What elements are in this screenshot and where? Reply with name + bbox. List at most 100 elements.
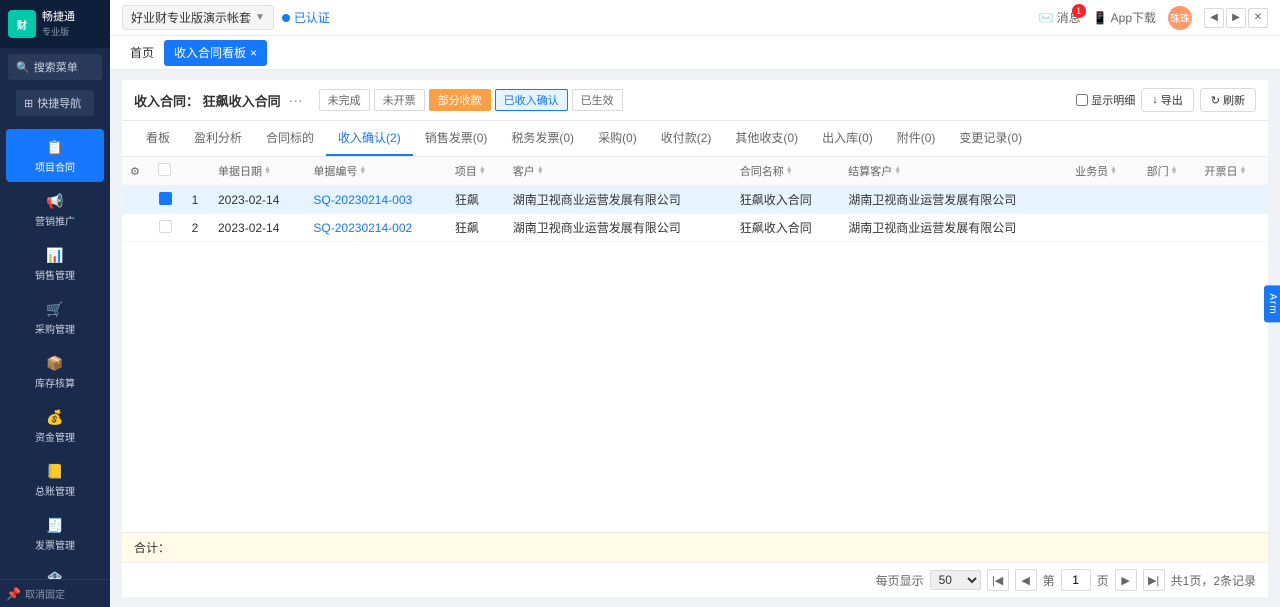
sub-tab-4[interactable]: 销售发票(0) [413, 121, 500, 156]
sidebar-item-invoice[interactable]: 🧾 发票管理 [6, 507, 104, 560]
sub-tab-7[interactable]: 收付款(2) [649, 121, 724, 156]
cell-settings-1 [122, 214, 150, 242]
topbar: 好业财专业版演示帐套 ▼ 已认证 ✉️ 消息 1 📱 App下载 珠珠 [110, 0, 1280, 36]
bill-no-link-0[interactable]: SQ-20230214-003 [313, 193, 412, 207]
sidebar-item-funds[interactable]: 💰 资金管理 [6, 399, 104, 452]
status-btn-2[interactable]: 部分收款 [429, 89, 491, 111]
sort-department-icon[interactable]: ▲▼ [1171, 167, 1178, 175]
sidebar-item-marketing[interactable]: 📢 营销推广 [6, 183, 104, 236]
sort-salesperson-icon[interactable]: ▲▼ [1110, 167, 1117, 175]
sub-tab-10[interactable]: 附件(0) [885, 121, 948, 156]
cell-contract-name-1: 狂飙收入合同 [732, 214, 841, 242]
quick-nav-button[interactable]: ⊞ 快捷导航 [16, 90, 94, 116]
message-button[interactable]: ✉️ 消息 1 [1039, 9, 1081, 26]
bill-no-link-1[interactable]: SQ-20230214-002 [313, 221, 412, 235]
sort-end-customer-icon[interactable]: ▲▼ [894, 167, 901, 175]
cell-number-0: 1 [180, 186, 210, 214]
sort-customer-icon[interactable]: ▲▼ [537, 167, 544, 175]
sidebar-item-tax[interactable]: 🏦 税务管理 [6, 561, 104, 579]
table-row[interactable]: 1 2023-02-14 SQ-20230214-003 狂飙 湖南卫视商业运营… [122, 186, 1268, 214]
nav-label-sales: 销售管理 [35, 267, 75, 282]
nav-icon-project: 📋 [45, 137, 65, 157]
row-checkbox-1[interactable] [159, 220, 172, 233]
th-end-customer: 结算客户 ▲▼ [840, 157, 1067, 186]
cell-check-1[interactable] [150, 214, 180, 242]
select-all-checkbox[interactable] [158, 163, 171, 176]
cell-end-customer-0: 湖南卫视商业运营发展有限公司 [840, 186, 1067, 214]
refresh-button[interactable]: ↻ 刷新 [1200, 88, 1256, 112]
sidebar: 财 畅捷通 专业版 🔍 搜索菜单 ⊞ 快捷导航 📋 项目合同 📢 营销推广 📊 … [0, 0, 110, 607]
sub-tab-11[interactable]: 变更记录(0) [947, 121, 1034, 156]
cell-salesperson-0 [1067, 186, 1138, 214]
message-badge: 1 [1072, 4, 1086, 18]
sidebar-item-inventory[interactable]: 📦 库存核算 [6, 345, 104, 398]
cell-settings-0 [122, 186, 150, 214]
page-input[interactable] [1061, 569, 1091, 591]
nav-label-marketing: 营销推广 [35, 213, 75, 228]
sub-tab-0[interactable]: 看板 [134, 121, 182, 156]
search-menu-button[interactable]: 🔍 搜索菜单 [8, 54, 102, 80]
sub-tab-5[interactable]: 税务发票(0) [499, 121, 586, 156]
sidebar-item-project[interactable]: 📋 项目合同 [6, 129, 104, 182]
certified-dot [282, 14, 290, 22]
cell-check-0[interactable] [150, 186, 180, 214]
cell-date-0: 2023-02-14 [210, 186, 305, 214]
sidebar-nav: 📋 项目合同 📢 营销推广 📊 销售管理 🛒 采购管理 📦 库存核算 💰 资金管… [0, 124, 110, 579]
sub-tab-1[interactable]: 盈利分析 [182, 121, 254, 156]
th-date: 单据日期 ▲▼ [210, 157, 305, 186]
workspace-label: 好业财专业版演示帐套 [131, 9, 251, 26]
status-btn-4[interactable]: 已生效 [572, 89, 623, 111]
more-button[interactable]: ··· [289, 92, 303, 108]
sub-tab-3[interactable]: 收入确认(2) [326, 121, 413, 156]
sub-tab-9[interactable]: 出入库(0) [810, 121, 885, 156]
row-checkbox-0[interactable] [159, 192, 172, 205]
nav-label-funds: 资金管理 [35, 429, 75, 444]
sort-date-icon[interactable]: ▲▼ [264, 167, 271, 175]
sort-project-icon[interactable]: ▲▼ [479, 167, 486, 175]
cell-bill-no-1[interactable]: SQ-20230214-002 [305, 214, 447, 242]
sort-contract-icon[interactable]: ▲▼ [786, 167, 793, 175]
th-number [180, 157, 210, 186]
nav-close-button[interactable]: ✕ [1248, 8, 1268, 28]
sort-open-date-icon[interactable]: ▲▼ [1239, 167, 1246, 175]
data-table: ⚙ 单据日期 ▲▼ [122, 157, 1268, 242]
page-last-button[interactable]: ▶| [1143, 569, 1165, 591]
table-row[interactable]: 2 2023-02-14 SQ-20230214-002 狂飙 湖南卫视商业运营… [122, 214, 1268, 242]
status-btn-1[interactable]: 未开票 [374, 89, 425, 111]
cell-customer-1: 湖南卫视商业运营发展有限公司 [505, 214, 732, 242]
search-icon: 🔍 [16, 61, 30, 74]
pagination: 每页显示 50 100 200 |◀ ◀ 第 页 ▶ ▶| 共1页，2条记录 [122, 562, 1268, 597]
app-download-button[interactable]: 📱 App下载 [1093, 9, 1156, 26]
tab-close-button[interactable]: × [250, 46, 257, 60]
sidebar-item-purchase[interactable]: 🛒 采购管理 [6, 291, 104, 344]
tab-contract-board[interactable]: 收入合同看板 × [164, 40, 267, 66]
page-prev-button[interactable]: ◀ [1015, 569, 1037, 591]
sort-bill-icon[interactable]: ▲▼ [359, 167, 366, 175]
page-next-button[interactable]: ▶ [1115, 569, 1137, 591]
sidebar-item-sales[interactable]: 📊 销售管理 [6, 237, 104, 290]
settings-icon[interactable]: ⚙ [130, 166, 140, 178]
status-btn-0[interactable]: 未完成 [319, 89, 370, 111]
sidebar-item-general[interactable]: 📒 总账管理 [6, 453, 104, 506]
table-footer: 合计： [122, 532, 1268, 562]
per-page-select[interactable]: 50 100 200 [930, 570, 981, 590]
nav-forward-button[interactable]: ▶ [1226, 8, 1246, 28]
status-btn-3[interactable]: 已收入确认 [495, 89, 568, 111]
table-scroll[interactable]: ⚙ 单据日期 ▲▼ [122, 157, 1268, 532]
unpin-button[interactable]: 📌 取消固定 [0, 579, 110, 607]
display-detail-checkbox[interactable]: 显示明细 [1076, 92, 1135, 108]
workspace-selector[interactable]: 好业财专业版演示帐套 ▼ [122, 5, 274, 30]
cell-project-1: 狂飙 [447, 214, 505, 242]
sub-tab-2[interactable]: 合同标的 [254, 121, 326, 156]
arm-float-button[interactable]: Arm [1264, 285, 1280, 322]
sub-tab-8[interactable]: 其他收支(0) [723, 121, 810, 156]
page-first-button[interactable]: |◀ [987, 569, 1009, 591]
export-button[interactable]: ↓ 导出 [1141, 88, 1194, 112]
refresh-icon: ↻ [1211, 94, 1220, 107]
contract-actions: 显示明细 ↓ 导出 ↻ 刷新 [1076, 88, 1256, 112]
tab-home[interactable]: 首页 [122, 36, 162, 69]
cell-bill-no-0[interactable]: SQ-20230214-003 [305, 186, 447, 214]
nav-back-button[interactable]: ◀ [1204, 8, 1224, 28]
sub-tab-6[interactable]: 采购(0) [586, 121, 649, 156]
contract-header: 收入合同： 狂飙收入合同 ··· 未完成未开票部分收款已收入确认已生效 显示明细… [122, 80, 1268, 121]
